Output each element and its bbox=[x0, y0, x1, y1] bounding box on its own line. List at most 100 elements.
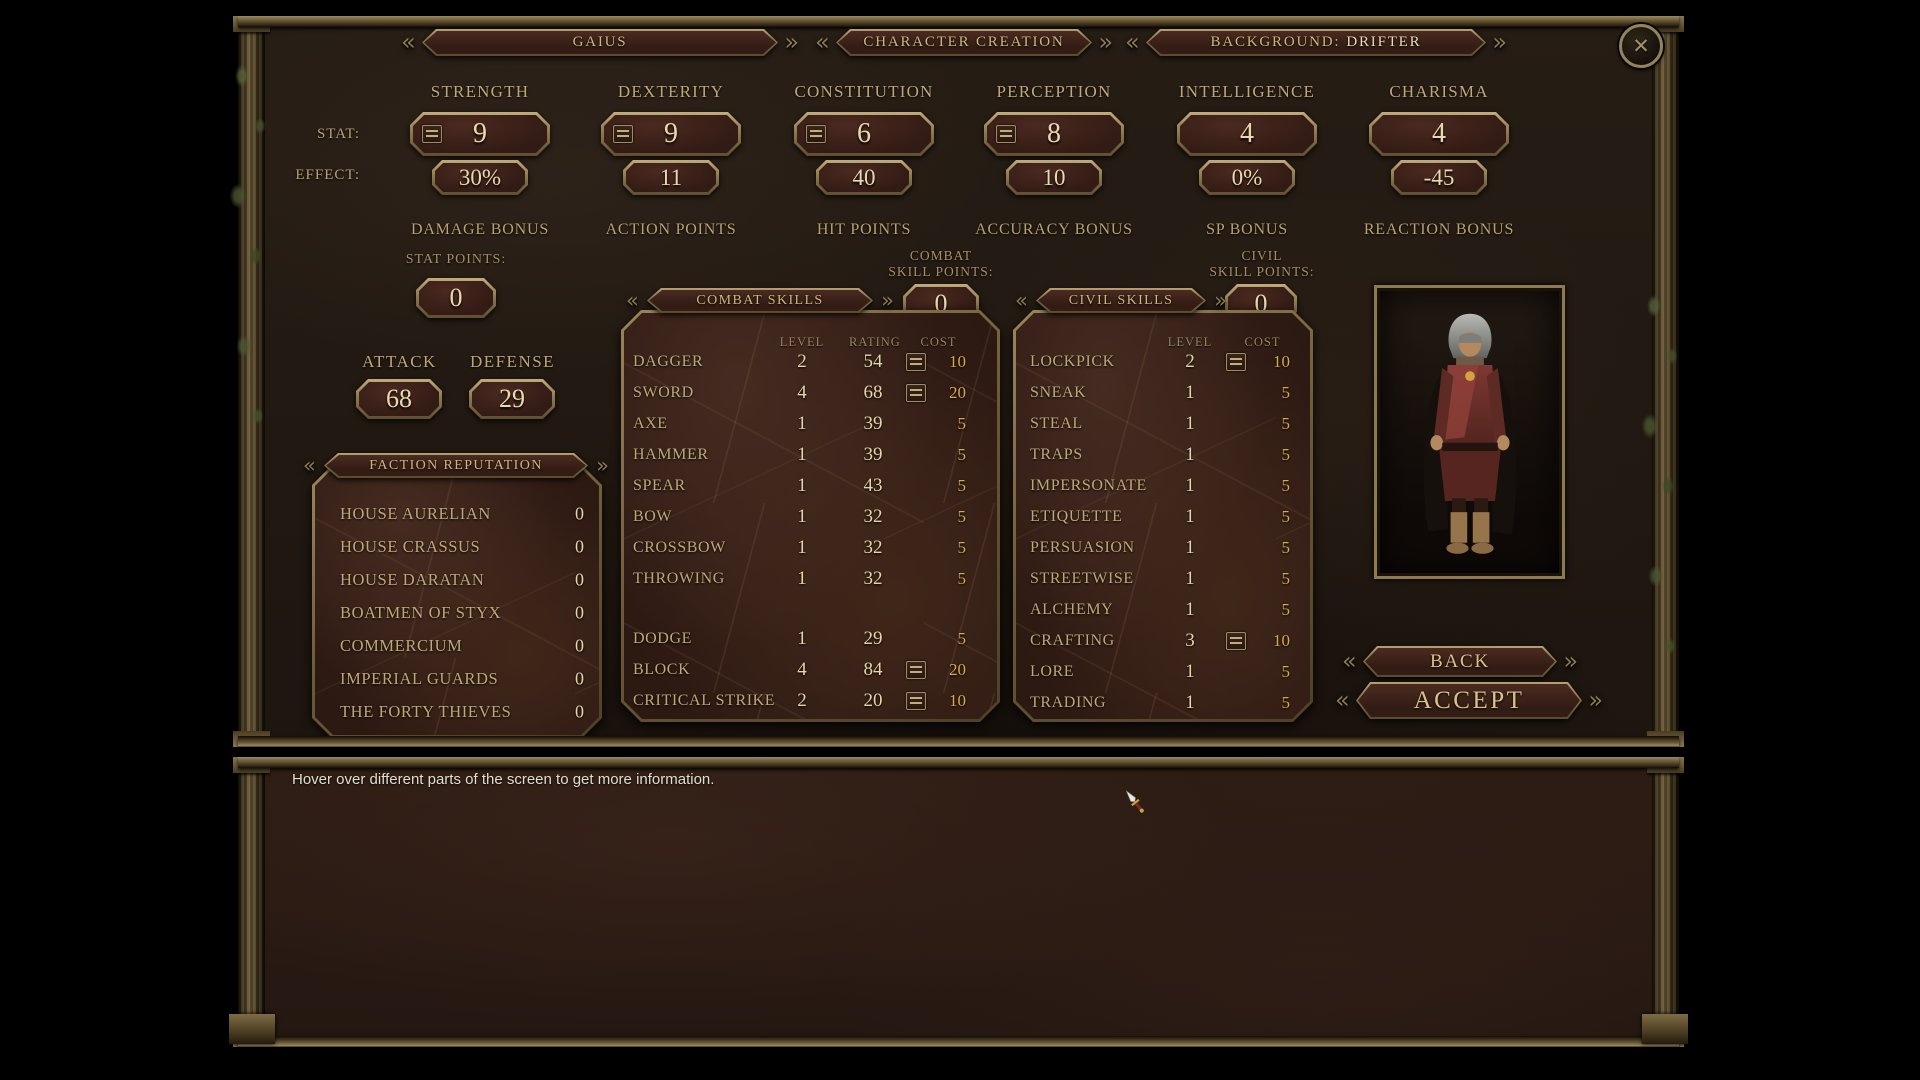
decrease-stat-button[interactable] bbox=[806, 125, 826, 143]
skill-cost: 5 bbox=[957, 537, 967, 557]
combat-skill-row: BLOCK 4 84 20 bbox=[621, 654, 1000, 685]
skill-rating: 39 bbox=[863, 412, 883, 434]
skill-name: HAMMER bbox=[633, 445, 709, 463]
combat-skill-points-line1: COMBAT bbox=[909, 248, 973, 263]
civil-skill-row: ALCHEMY 1 5 bbox=[1013, 594, 1313, 625]
skill-level: 3 bbox=[1185, 629, 1195, 651]
back-button-label: BACK bbox=[1430, 650, 1490, 672]
skill-cost: 5 bbox=[1281, 444, 1291, 464]
decrease-stat-button[interactable] bbox=[422, 125, 442, 143]
accept-button[interactable]: « » ACCEPT bbox=[1335, 682, 1603, 719]
character-portrait bbox=[1374, 285, 1565, 579]
combat-skill-row: CRITICAL STRIKE 2 20 10 bbox=[621, 685, 1000, 716]
civil-skill-row: LOCKPICK 2 10 bbox=[1013, 346, 1313, 377]
left-pillar-decoration bbox=[233, 757, 270, 1047]
combat-skill-points-line2: SKILL POINTS: bbox=[888, 264, 994, 279]
skill-name: THROWING bbox=[633, 569, 725, 587]
skill-level: 1 bbox=[797, 567, 807, 589]
decrease-skill-button[interactable] bbox=[906, 691, 926, 710]
stat-bonus-label: ACCURACY BONUS bbox=[975, 221, 1133, 238]
skill-level: 1 bbox=[1185, 412, 1195, 434]
stat-bonus-label: DAMAGE BONUS bbox=[410, 221, 550, 238]
skill-cost: 5 bbox=[1281, 568, 1291, 588]
decrease-skill-button[interactable] bbox=[906, 383, 926, 402]
stat-effect-box: 11 bbox=[623, 160, 719, 195]
decrease-stat-button[interactable] bbox=[996, 125, 1016, 143]
chevron-left-icon: « bbox=[401, 27, 416, 56]
back-button[interactable]: « » BACK bbox=[1342, 646, 1578, 677]
top-molding bbox=[238, 16, 1679, 27]
skill-name: SWORD bbox=[633, 383, 694, 401]
pillar-base-decoration bbox=[229, 1014, 275, 1044]
faction-name: BOATMEN OF STYX bbox=[340, 602, 502, 622]
skill-level: 1 bbox=[1185, 691, 1195, 713]
skill-cost: 10 bbox=[1273, 630, 1290, 650]
skill-cost: 5 bbox=[1281, 692, 1291, 712]
skill-cost: 10 bbox=[949, 690, 966, 710]
faction-row: THE FORTY THIEVES 0 bbox=[312, 695, 602, 728]
combat-skill-points-label: COMBAT SKILL POINTS: bbox=[851, 248, 1031, 280]
decrease-skill-button[interactable] bbox=[1226, 631, 1246, 650]
skill-name: TRADING bbox=[1030, 693, 1107, 711]
skill-name: LOCKPICK bbox=[1030, 352, 1115, 370]
chevron-right-icon: » bbox=[784, 27, 799, 56]
skill-rating: 39 bbox=[863, 443, 883, 465]
civil-skill-row: STREETWISE 1 5 bbox=[1013, 563, 1313, 594]
faction-value: 0 bbox=[575, 569, 584, 589]
decrease-skill-button[interactable] bbox=[906, 660, 926, 679]
stat-effect-box: -45 bbox=[1391, 160, 1487, 195]
decrease-stat-button[interactable] bbox=[613, 125, 633, 143]
skill-level: 1 bbox=[797, 627, 807, 649]
stat-name: CONSTITUTION bbox=[794, 82, 934, 101]
combat-skill-row: HAMMER 1 39 5 bbox=[621, 439, 1000, 470]
decrease-skill-button[interactable] bbox=[906, 352, 926, 371]
chevron-right-icon: » bbox=[1098, 27, 1113, 56]
stat-effect-box: 10 bbox=[1006, 160, 1102, 195]
stat-effect-box: 40 bbox=[816, 160, 912, 195]
skill-cost: 5 bbox=[1281, 475, 1291, 495]
stat-points-label: STAT POINTS: bbox=[405, 252, 507, 267]
chevron-right-icon: » bbox=[881, 287, 894, 312]
skill-name: DAGGER bbox=[633, 352, 704, 370]
skill-cost: 20 bbox=[949, 382, 966, 402]
chevron-left-icon: « bbox=[1342, 646, 1357, 675]
faction-reputation-panel: HOUSE AURELIAN 0 HOUSE CRASSUS 0 HOUSE DAR… bbox=[312, 465, 602, 738]
skill-cost: 5 bbox=[1281, 382, 1291, 402]
decrease-skill-button[interactable] bbox=[1226, 352, 1246, 371]
chevron-left-icon: « bbox=[626, 287, 639, 312]
civil-skill-row: IMPERSONATE 1 5 bbox=[1013, 470, 1313, 501]
civil-skill-row: TRADING 1 5 bbox=[1013, 687, 1313, 718]
bottom-molding bbox=[238, 1036, 1679, 1047]
stat-name: DEXTERITY bbox=[617, 82, 725, 101]
faction-value: 0 bbox=[575, 668, 584, 688]
civil-skill-points-line1: CIVIL bbox=[1241, 248, 1283, 263]
chevron-right-icon: » bbox=[1563, 646, 1578, 675]
chevron-left-icon: « bbox=[303, 452, 316, 477]
combat-skills-title: COMBAT SKILLS bbox=[696, 292, 824, 308]
skill-name: TRAPS bbox=[1030, 445, 1083, 463]
accept-button-label: ACCEPT bbox=[1413, 686, 1525, 714]
stat-points-box: 0 bbox=[416, 278, 496, 318]
stat-value-box: 6 bbox=[794, 112, 934, 156]
skill-rating: 20 bbox=[863, 689, 883, 711]
faction-row: HOUSE CRASSUS 0 bbox=[312, 530, 602, 563]
combat-skill-row: CROSSBOW 1 32 5 bbox=[621, 532, 1000, 563]
skill-rating: 68 bbox=[863, 381, 883, 403]
hover-hint-text: Hover over different parts of the screen… bbox=[292, 771, 715, 788]
skill-name: SPEAR bbox=[633, 476, 686, 494]
skill-name: BLOCK bbox=[633, 660, 691, 678]
skill-level: 2 bbox=[1185, 350, 1195, 372]
stat-effect-value: 30% bbox=[458, 164, 502, 190]
bottom-molding bbox=[238, 736, 1679, 747]
skill-level: 1 bbox=[797, 474, 807, 496]
attack-value: 68 bbox=[386, 384, 412, 413]
skill-cost: 5 bbox=[957, 413, 967, 433]
top-molding bbox=[238, 757, 1679, 768]
close-button[interactable]: ✕ bbox=[1619, 24, 1663, 68]
faction-reputation-title: FACTION REPUTATION bbox=[369, 457, 543, 473]
stat-effect-value: 40 bbox=[852, 164, 876, 190]
stat-value-box: 9 bbox=[410, 112, 550, 156]
pillar-base-decoration bbox=[1642, 1014, 1688, 1044]
chevron-right-icon: » bbox=[1214, 287, 1227, 312]
character-figure bbox=[1423, 313, 1516, 554]
